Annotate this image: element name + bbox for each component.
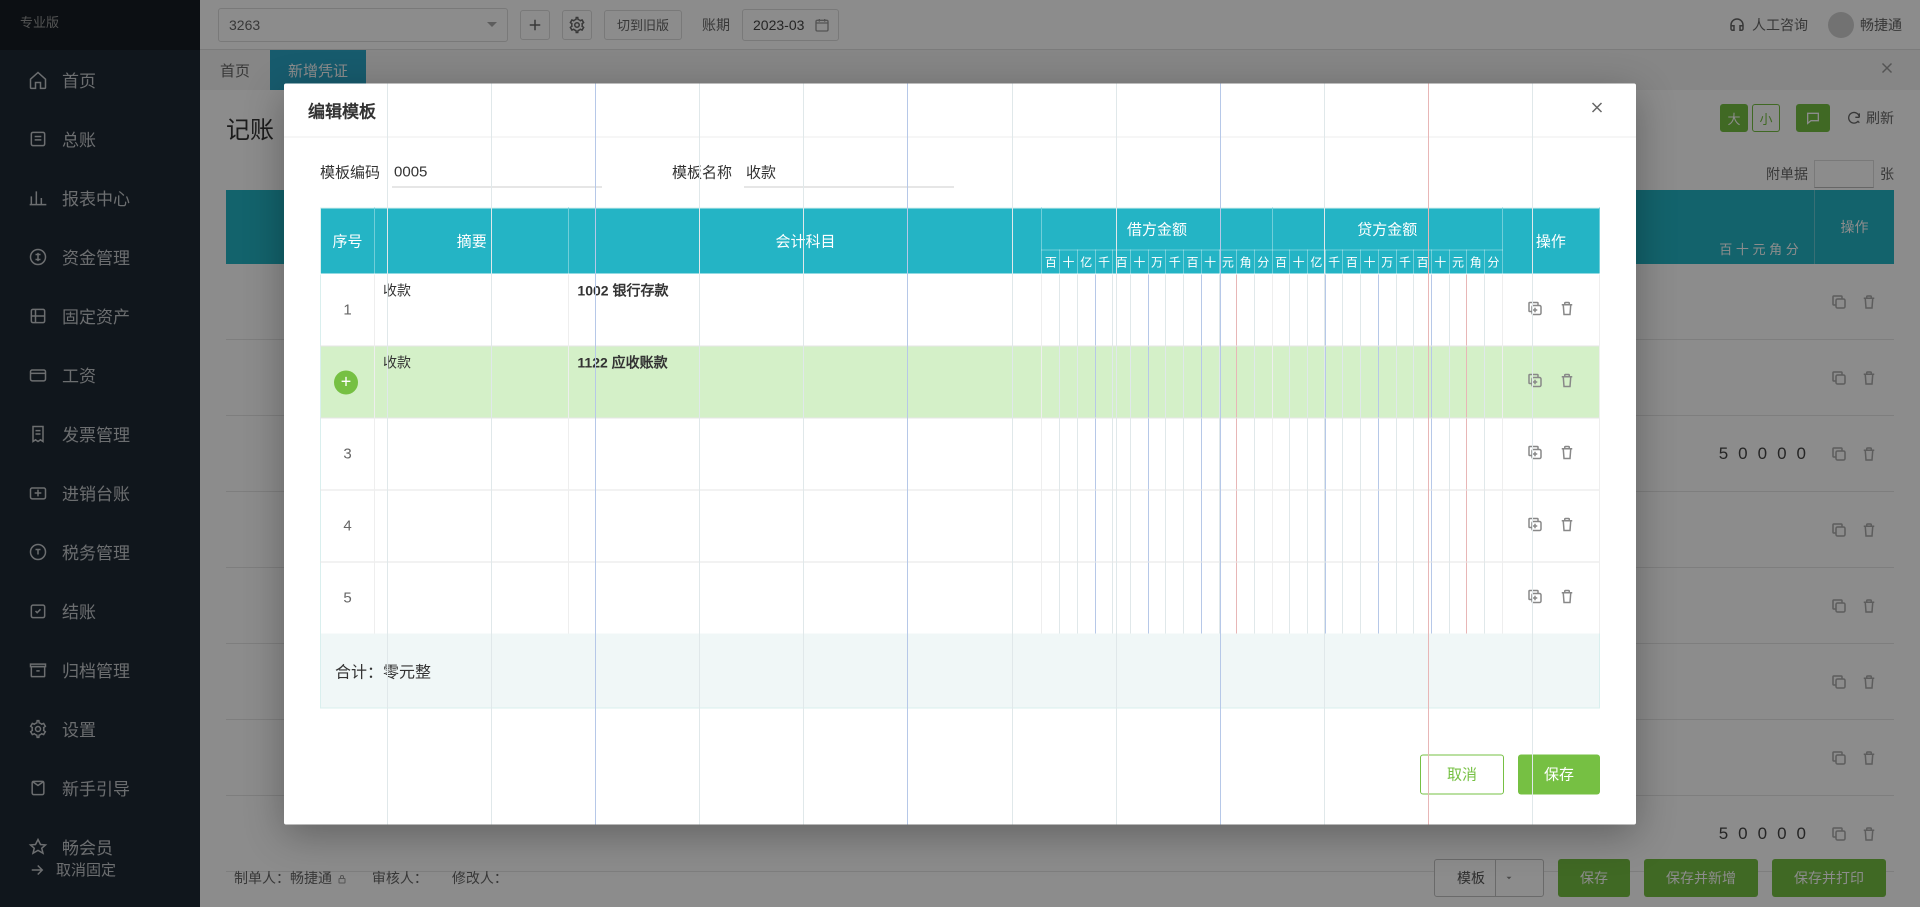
total-credit xyxy=(1272,634,1502,708)
template-entry-table: 序号 摘要 会计科目 借方金额 贷方金额 操作 百十亿千百十万千百十元角分百十亿… xyxy=(320,207,1600,708)
edit-template-modal: 编辑模板 模板编码 模板名称 序号 摘要 xyxy=(284,83,1636,824)
modal-overlay: 编辑模板 模板编码 模板名称 序号 摘要 xyxy=(0,0,1920,907)
